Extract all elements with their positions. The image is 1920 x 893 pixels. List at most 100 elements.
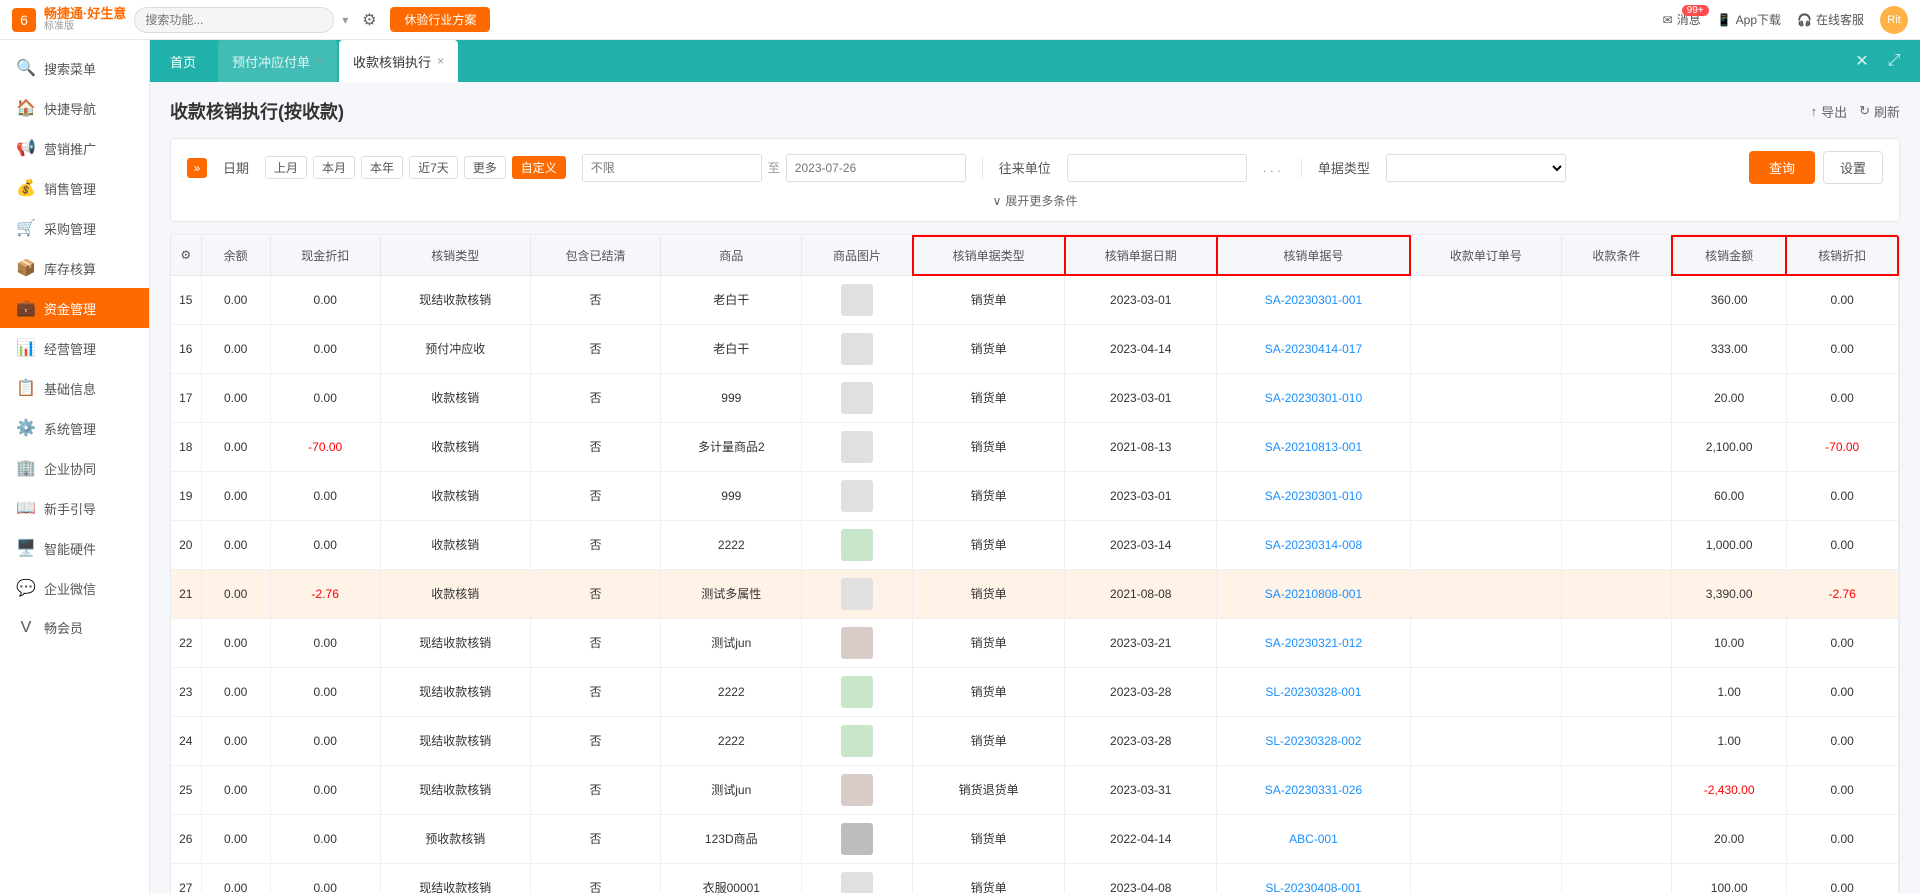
bill-date-cell: 2023-03-01	[1065, 471, 1217, 520]
bill-no-link[interactable]: SL-20230328-002	[1265, 734, 1361, 748]
sidebar-item-search[interactable]: 🔍 搜索菜单	[0, 48, 149, 88]
online-service-btn[interactable]: 🎧 在线客服	[1797, 11, 1864, 28]
sidebar-item-basic[interactable]: 📋 基础信息	[0, 368, 149, 408]
cash-discount-cell: 0.00	[270, 373, 380, 422]
type-cell: 收款核销	[380, 422, 530, 471]
table-row: 170.000.00收款核销否999销货单2023-03-01SA-202303…	[171, 373, 1898, 422]
cond-cell	[1561, 814, 1672, 863]
date-last-month-btn[interactable]: 上月	[265, 156, 307, 179]
sidebar-item-corp[interactable]: 🏢 企业协同	[0, 448, 149, 488]
sidebar-item-system[interactable]: ⚙️ 系统管理	[0, 408, 149, 448]
receipt-type-select[interactable]: 销货单 销货退货单	[1386, 154, 1566, 182]
sidebar-item-guide[interactable]: 📖 新手引导	[0, 488, 149, 528]
bill-no-cell[interactable]: SA-20230414-017	[1217, 324, 1410, 373]
messages-btn[interactable]: ✉ 消息 99+	[1663, 11, 1701, 28]
bill-no-cell[interactable]: SA-20230301-010	[1217, 471, 1410, 520]
tab-prepay[interactable]: 预付冲应付单 ×	[218, 40, 337, 82]
cond-cell	[1561, 618, 1672, 667]
bill-no-link[interactable]: SA-20210813-001	[1265, 440, 1362, 454]
bill-no-link[interactable]: SA-20230321-012	[1265, 636, 1362, 650]
sidebar-item-member[interactable]: V 畅会员	[0, 608, 149, 647]
building-icon: 🏢	[16, 458, 36, 478]
type-cell: 收款核销	[380, 471, 530, 520]
bill-no-link[interactable]: SA-20230331-026	[1265, 783, 1362, 797]
discount-cell: 0.00	[1786, 667, 1898, 716]
query-btn[interactable]: 查询	[1749, 151, 1815, 184]
clipboard-icon: 📋	[16, 378, 36, 398]
cond-cell	[1561, 863, 1672, 893]
user-avatar[interactable]: Rit	[1880, 6, 1908, 34]
bill-no-link[interactable]: ABC-001	[1289, 832, 1338, 846]
settled-cell: 否	[530, 765, 660, 814]
expand-more-btn[interactable]: ∨ 展开更多条件	[187, 192, 1883, 209]
date-end-input[interactable]	[786, 154, 966, 182]
balance-cell: 0.00	[201, 520, 270, 569]
bill-date-cell: 2023-03-01	[1065, 275, 1217, 324]
date-this-month-btn[interactable]: 本月	[313, 156, 355, 179]
bill-no-link[interactable]: SA-20230314-008	[1265, 538, 1362, 552]
bill-no-cell[interactable]: SL-20230408-001	[1217, 863, 1410, 893]
goods-image	[841, 529, 873, 561]
search-dropdown-arrow[interactable]: ▾	[342, 13, 348, 27]
partner-input[interactable]	[1067, 154, 1247, 182]
sidebar-item-wechat[interactable]: 💬 企业微信	[0, 568, 149, 608]
settled-cell: 否	[530, 324, 660, 373]
industry-btn[interactable]: 休验行业方案	[390, 7, 490, 32]
bill-no-link[interactable]: SL-20230408-001	[1265, 881, 1361, 893]
bill-no-cell[interactable]: SA-20230321-012	[1217, 618, 1410, 667]
export-btn[interactable]: ↑ 导出	[1811, 102, 1848, 121]
search-input[interactable]	[134, 7, 334, 33]
sidebar-item-quicknav[interactable]: 🏠 快捷导航	[0, 88, 149, 128]
tab-receipt[interactable]: 收款核销执行 ×	[339, 40, 458, 82]
bill-no-cell[interactable]: SA-20230301-001	[1217, 275, 1410, 324]
date-this-year-btn[interactable]: 本年	[361, 156, 403, 179]
bill-no-link[interactable]: SA-20230301-010	[1265, 391, 1362, 405]
window-expand-btn[interactable]: ⤢	[1880, 47, 1908, 75]
bill-no-cell[interactable]: SA-20210813-001	[1217, 422, 1410, 471]
amount-cell: 1,000.00	[1672, 520, 1786, 569]
filter-expand-btn[interactable]: »	[187, 158, 207, 178]
table-row: 240.000.00现结收款核销否2222销货单2023-03-28SL-202…	[171, 716, 1898, 765]
order-no-cell	[1410, 569, 1561, 618]
type-cell: 现结收款核销	[380, 275, 530, 324]
tab-receipt-close[interactable]: ×	[437, 54, 444, 68]
goods-cell: 999	[661, 471, 802, 520]
tab-home[interactable]: 首页	[150, 40, 216, 82]
bill-no-cell[interactable]: ABC-001	[1217, 814, 1410, 863]
bill-no-cell[interactable]: SL-20230328-001	[1217, 667, 1410, 716]
date-7days-btn[interactable]: 近7天	[409, 156, 458, 179]
bill-no-cell[interactable]: SA-20230314-008	[1217, 520, 1410, 569]
bill-no-cell[interactable]: SL-20230328-002	[1217, 716, 1410, 765]
date-more-btn[interactable]: 更多	[464, 156, 506, 179]
window-close-btn[interactable]: ✕	[1848, 47, 1876, 75]
bill-no-cell[interactable]: SA-20230331-026	[1217, 765, 1410, 814]
bill-no-cell[interactable]: SA-20230301-010	[1217, 373, 1410, 422]
sidebar-item-operations[interactable]: 📊 经营管理	[0, 328, 149, 368]
bill-no-link[interactable]: SA-20230414-017	[1265, 342, 1362, 356]
sidebar-item-purchase[interactable]: 🛒 采购管理	[0, 208, 149, 248]
sidebar-item-inventory[interactable]: 📦 库存核算	[0, 248, 149, 288]
sidebar-item-sales[interactable]: 💰 销售管理	[0, 168, 149, 208]
sidebar-item-hardware[interactable]: 🖥️ 智能硬件	[0, 528, 149, 568]
filter-settings-btn[interactable]: 设置	[1823, 151, 1883, 184]
bill-type-cell: 销货单	[913, 520, 1065, 569]
tab-prepay-close[interactable]: ×	[316, 54, 323, 68]
refresh-btn[interactable]: ↻ 刷新	[1859, 102, 1900, 121]
finance-icon: 💼	[16, 298, 36, 318]
discount-cell: -2.76	[1786, 569, 1898, 618]
app-download-btn[interactable]: 📱 App下载	[1717, 11, 1781, 28]
bill-no-link[interactable]: SA-20210808-001	[1265, 587, 1362, 601]
partner-dots[interactable]: ...	[1263, 161, 1285, 175]
sidebar-item-marketing[interactable]: 📢 营销推广	[0, 128, 149, 168]
bill-no-link[interactable]: SL-20230328-001	[1265, 685, 1361, 699]
settings-icon[interactable]: ⚙	[356, 7, 382, 33]
bill-no-cell[interactable]: SA-20210808-001	[1217, 569, 1410, 618]
date-custom-btn[interactable]: 自定义	[512, 156, 566, 179]
bill-no-link[interactable]: SA-20230301-010	[1265, 489, 1362, 503]
bill-no-link[interactable]: SA-20230301-001	[1265, 293, 1362, 307]
sidebar-item-finance[interactable]: 💼 资金管理	[0, 288, 149, 328]
settled-cell: 否	[530, 618, 660, 667]
settled-cell: 否	[530, 716, 660, 765]
type-cell: 收款核销	[380, 373, 530, 422]
date-start-input[interactable]	[582, 154, 762, 182]
